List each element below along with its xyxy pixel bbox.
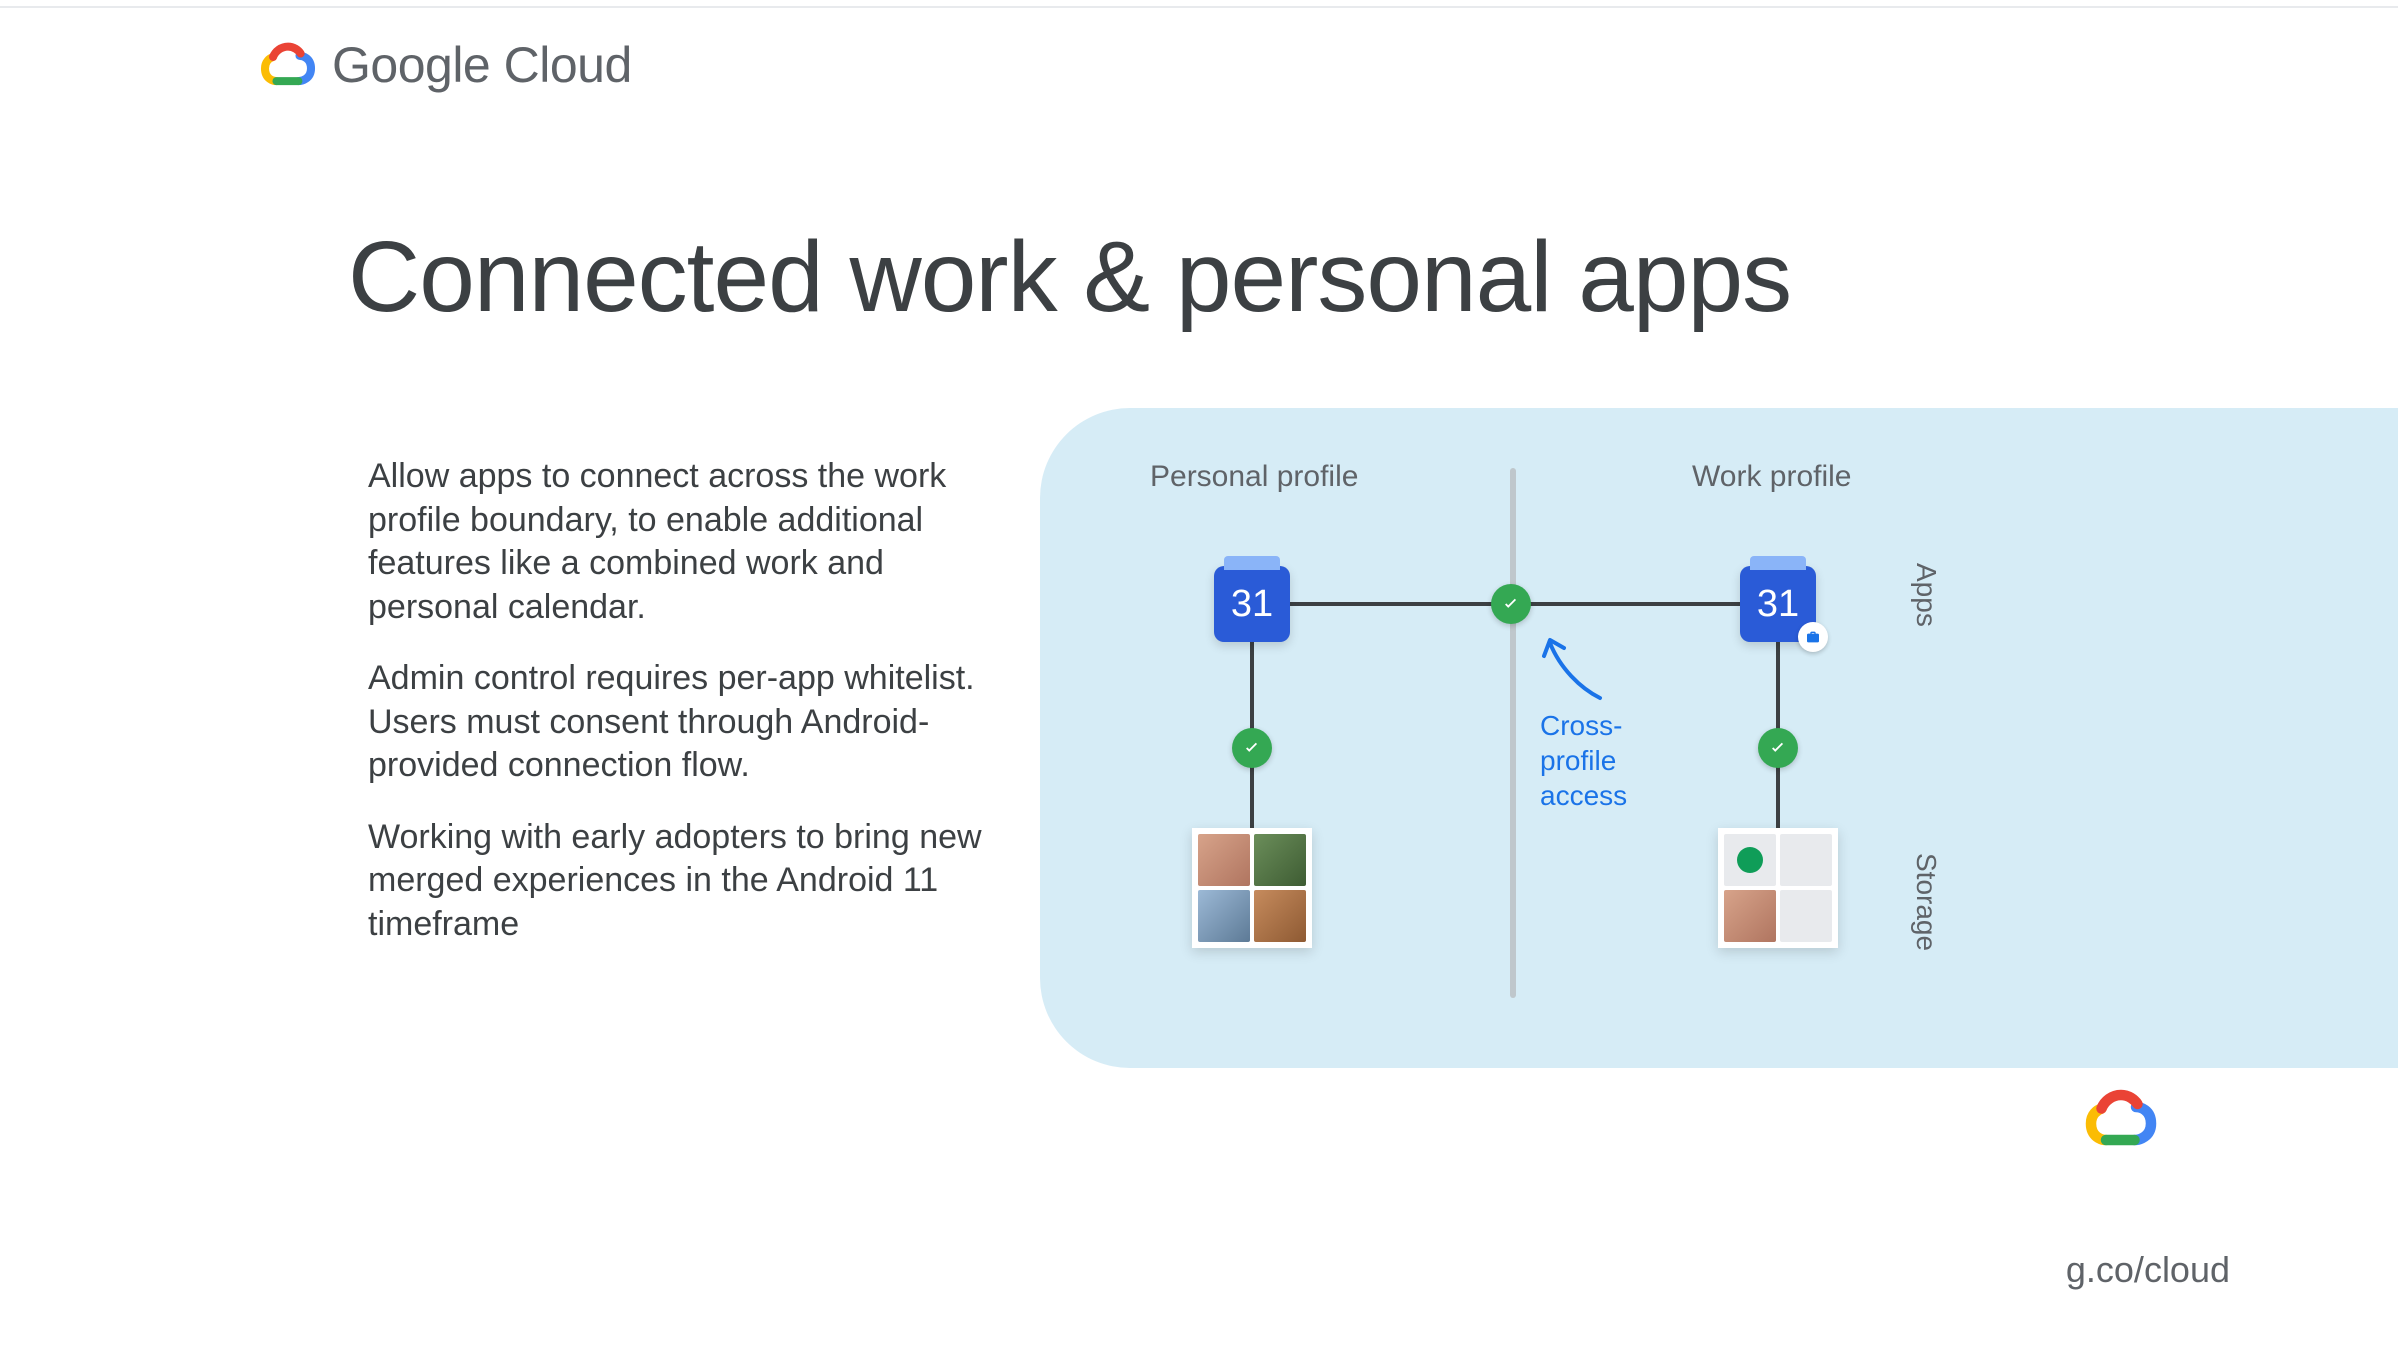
- slide-title: Connected work & personal apps: [348, 220, 1791, 335]
- logo-text-google: Google: [332, 37, 490, 93]
- google-cloud-logo: Google Cloud: [260, 36, 632, 94]
- photo-thumbnail: [1198, 834, 1250, 886]
- personal-storage-icon: [1192, 828, 1312, 948]
- file-thumbnail: [1724, 890, 1776, 942]
- logo-text-cloud: Cloud: [490, 37, 632, 93]
- calendar-day: 31: [1757, 583, 1799, 626]
- body-text: Allow apps to connect across the work pr…: [368, 455, 1008, 974]
- diagram-panel: Personal profile Work profile Apps Stora…: [1040, 408, 2398, 1068]
- top-divider: [0, 6, 2398, 8]
- paragraph-3: Working with early adopters to bring new…: [368, 816, 1008, 947]
- cross-profile-access-label: Cross- profile access: [1540, 708, 1690, 813]
- work-profile-label: Work profile: [1692, 460, 1852, 494]
- work-calendar-icon: 31: [1740, 566, 1816, 642]
- calendar-day: 31: [1231, 583, 1273, 626]
- work-storage-check-icon: [1758, 728, 1798, 768]
- paragraph-1: Allow apps to connect across the work pr…: [368, 455, 1008, 629]
- personal-profile-label: Personal profile: [1150, 460, 1358, 494]
- cross-profile-check-icon: [1491, 584, 1531, 624]
- photo-thumbnail: [1254, 834, 1306, 886]
- file-thumbnail: [1780, 834, 1832, 886]
- personal-calendar-icon: 31: [1214, 566, 1290, 642]
- slide: Google Cloud Connected work & personal a…: [0, 0, 2398, 1349]
- google-cloud-icon-small: [2084, 1089, 2158, 1149]
- file-thumbnail: [1724, 834, 1776, 886]
- google-cloud-icon: [260, 42, 316, 88]
- work-badge-icon: [1798, 622, 1828, 652]
- work-storage-icon: [1718, 828, 1838, 948]
- personal-storage-check-icon: [1232, 728, 1272, 768]
- storage-axis-label: Storage: [1910, 853, 1942, 951]
- photo-thumbnail: [1198, 890, 1250, 942]
- logo-text: Google Cloud: [332, 36, 632, 94]
- footer-url: g.co/cloud: [2066, 1249, 2230, 1291]
- cross-profile-arrow-icon: [1540, 628, 1620, 708]
- photo-thumbnail: [1254, 890, 1306, 942]
- paragraph-2: Admin control requires per-app whitelist…: [368, 657, 1008, 788]
- apps-axis-label: Apps: [1910, 563, 1942, 627]
- profile-divider: [1510, 468, 1516, 998]
- file-thumbnail: [1780, 890, 1832, 942]
